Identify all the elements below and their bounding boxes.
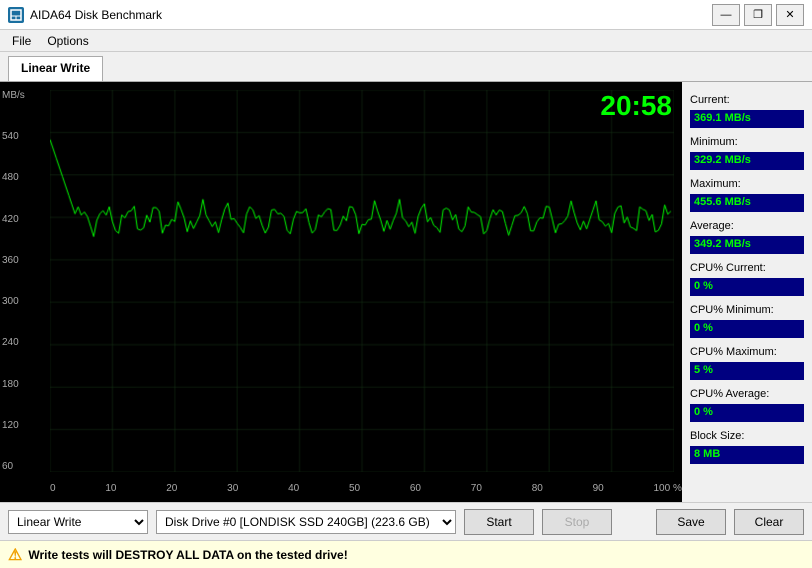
main-area: MB/s 540 480 420 360 300 240 180 120 60 …	[0, 82, 812, 502]
save-button[interactable]: Save	[656, 509, 726, 535]
window-controls: — ❐ ✕	[712, 4, 804, 26]
menu-options[interactable]: Options	[39, 32, 96, 50]
menu-bar: File Options	[0, 30, 812, 52]
minimum-value: 329.2 MB/s	[690, 152, 804, 170]
average-value: 349.2 MB/s	[690, 236, 804, 254]
block-size-value: 8 MB	[690, 446, 804, 464]
bottom-controls: Linear Write Linear Read Random Write Ra…	[0, 502, 812, 540]
cpu-current-label: CPU% Current:	[690, 262, 804, 274]
warning-icon: ⚠	[8, 545, 22, 565]
cpu-minimum-value: 0 %	[690, 320, 804, 338]
clear-button[interactable]: Clear	[734, 509, 804, 535]
tab-linear-write[interactable]: Linear Write	[8, 56, 103, 81]
cpu-current-value: 0 %	[690, 278, 804, 296]
x-axis-labels: 0 10 20 30 40 50 60 70 80 90 100 %	[50, 483, 682, 494]
maximum-label: Maximum:	[690, 178, 804, 190]
warning-text: Write tests will DESTROY ALL DATA on the…	[28, 548, 347, 562]
block-size-label: Block Size:	[690, 430, 804, 442]
average-label: Average:	[690, 220, 804, 232]
test-type-select[interactable]: Linear Write Linear Read Random Write Ra…	[8, 510, 148, 534]
stop-button[interactable]: Stop	[542, 509, 612, 535]
warning-bar: ⚠ Write tests will DESTROY ALL DATA on t…	[0, 540, 812, 568]
benchmark-chart	[50, 90, 674, 472]
title-bar: AIDA64 Disk Benchmark — ❐ ✕	[0, 0, 812, 30]
time-display: 20:58	[600, 90, 672, 122]
chart-area: MB/s 540 480 420 360 300 240 180 120 60 …	[0, 82, 682, 502]
current-label: Current:	[690, 94, 804, 106]
stats-panel: Current: 369.1 MB/s Minimum: 329.2 MB/s …	[682, 82, 812, 502]
current-value: 369.1 MB/s	[690, 110, 804, 128]
cpu-maximum-label: CPU% Maximum:	[690, 346, 804, 358]
menu-file[interactable]: File	[4, 32, 39, 50]
cpu-maximum-value: 5 %	[690, 362, 804, 380]
disk-select[interactable]: Disk Drive #0 [LONDISK SSD 240GB] (223.6…	[156, 510, 456, 534]
app-icon	[8, 7, 24, 23]
window-title: AIDA64 Disk Benchmark	[30, 8, 162, 22]
tab-bar: Linear Write	[0, 52, 812, 82]
minimum-label: Minimum:	[690, 136, 804, 148]
cpu-minimum-label: CPU% Minimum:	[690, 304, 804, 316]
maximum-value: 455.6 MB/s	[690, 194, 804, 212]
minimize-button[interactable]: —	[712, 4, 740, 26]
cpu-average-value: 0 %	[690, 404, 804, 422]
cpu-average-label: CPU% Average:	[690, 388, 804, 400]
close-button[interactable]: ✕	[776, 4, 804, 26]
y-axis-labels: MB/s 540 480 420 360 300 240 180 120 60	[2, 90, 25, 472]
restore-button[interactable]: ❐	[744, 4, 772, 26]
start-button[interactable]: Start	[464, 509, 534, 535]
title-bar-left: AIDA64 Disk Benchmark	[8, 7, 162, 23]
